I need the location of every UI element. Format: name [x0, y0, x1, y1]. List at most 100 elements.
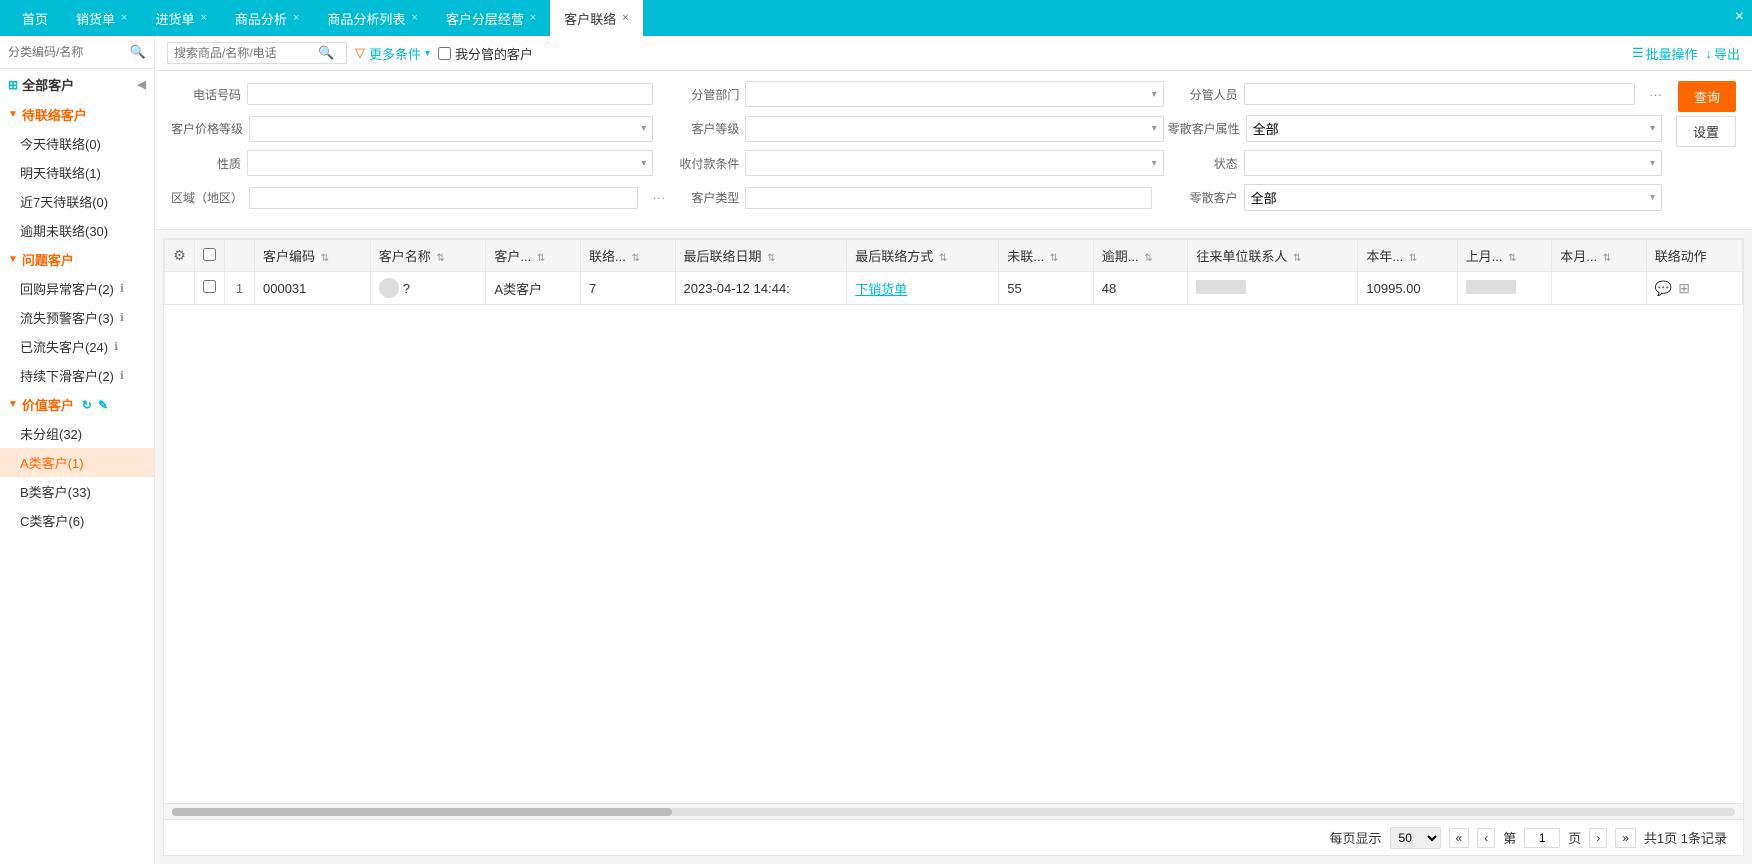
- next-page-button[interactable]: ›: [1589, 828, 1607, 848]
- nav-customer-contact[interactable]: 客户联络 ×: [550, 0, 642, 36]
- main-search-icon[interactable]: 🔍: [318, 45, 334, 61]
- col-contact-count[interactable]: 联络... ⇅: [580, 240, 675, 272]
- nav-product-analysis[interactable]: 商品分析 ×: [221, 0, 313, 36]
- customer-tier-arrow: ▾: [1152, 123, 1157, 134]
- table-container[interactable]: ⚙ 客户编码 ⇅ 客户名称: [164, 239, 1743, 803]
- col-uncontacted[interactable]: 未联... ⇅: [999, 240, 1094, 272]
- sort-method-icon: ⇅: [939, 253, 947, 264]
- nav-product-analysis-close[interactable]: ×: [293, 12, 299, 24]
- problem-customers-header[interactable]: ▼ 问题客户: [0, 245, 154, 274]
- tomorrow-pending-item[interactable]: 明天待联络(1): [0, 158, 154, 187]
- horizontal-scrollbar[interactable]: [172, 808, 1735, 816]
- overdue-pending-item[interactable]: 逾期未联络(30): [0, 216, 154, 245]
- row-checkbox-cell[interactable]: [195, 272, 225, 305]
- c-class-item[interactable]: C类客户(6): [0, 506, 154, 535]
- last-method-cell[interactable]: 下销货单: [847, 272, 999, 305]
- col-name[interactable]: 客户名称 ⇅: [370, 240, 486, 272]
- per-page-select[interactable]: 50 100: [1390, 827, 1441, 849]
- close-all-button[interactable]: ×: [1735, 8, 1744, 26]
- nav-product-analysis-list[interactable]: 商品分析列表 ×: [313, 0, 431, 36]
- chat-icon[interactable]: 💬: [1655, 280, 1672, 297]
- customer-type-label: 客户类型: [669, 189, 739, 206]
- ungroup-item[interactable]: 未分组(32): [0, 419, 154, 448]
- all-customers-section[interactable]: ⊞ 全部客户 ◀: [0, 69, 154, 100]
- col-this-month[interactable]: 本月... ⇅: [1552, 240, 1647, 272]
- batch-op-button[interactable]: ☰ 批量操作: [1632, 44, 1698, 63]
- payment-select[interactable]: ▾: [745, 150, 1163, 176]
- declining-item[interactable]: 持续下滑客户(2) ℹ: [0, 361, 154, 390]
- value-customers-header[interactable]: ▼ 价值客户 ↻ ✎: [0, 390, 154, 419]
- nature-select[interactable]: ▾: [247, 150, 653, 176]
- col-this-year[interactable]: 本年... ⇅: [1358, 240, 1457, 272]
- manager-dots[interactable]: ···: [1645, 87, 1666, 102]
- col-last-method[interactable]: 最后联络方式 ⇅: [847, 240, 999, 272]
- dept-select[interactable]: ▾: [745, 81, 1163, 107]
- col-overdue[interactable]: 逾期... ⇅: [1093, 240, 1188, 272]
- col-last-month[interactable]: 上月... ⇅: [1457, 240, 1552, 272]
- sort-name-icon: ⇅: [436, 253, 444, 264]
- customer-type-input[interactable]: [745, 187, 1151, 209]
- more-conditions-button[interactable]: ▽ 更多条件 ▾: [355, 44, 430, 63]
- churn-warning-item[interactable]: 流失预警客户(3) ℹ: [0, 303, 154, 332]
- col-type[interactable]: 客户... ⇅: [486, 240, 581, 272]
- col-last-date[interactable]: 最后联络日期 ⇅: [675, 240, 847, 272]
- nav-sales-order[interactable]: 销货单 ×: [62, 0, 141, 36]
- uncontacted-cell: 55: [999, 272, 1094, 305]
- week-pending-item[interactable]: 近7天待联络(0): [0, 187, 154, 216]
- pending-contact-header[interactable]: ▼ 待联络客户: [0, 100, 154, 129]
- select-all-checkbox[interactable]: [203, 248, 216, 261]
- status-select[interactable]: ▾: [1244, 150, 1662, 176]
- retail-attr-select[interactable]: 全部 ▾: [1246, 115, 1662, 142]
- page-input[interactable]: [1524, 828, 1560, 848]
- main-layout: 🔍 ⊞ 全部客户 ◀ ▼ 待联络客户 今天待联络(0) 明天待联络(1) 近7天…: [0, 36, 1752, 864]
- collapse-sidebar-icon[interactable]: ◀: [138, 78, 146, 91]
- nav-purchase-close[interactable]: ×: [200, 12, 206, 24]
- last-method-link[interactable]: 下销货单: [855, 282, 907, 297]
- advanced-filter-panel: 电话号码 分管部门 ▾ 分管人员: [155, 71, 1752, 230]
- region-dots[interactable]: ···: [648, 190, 669, 205]
- sidebar-search-icon[interactable]: 🔍: [130, 44, 146, 60]
- edit-icon[interactable]: ✎: [98, 398, 108, 412]
- customer-tier-cell: 客户等级 ▾: [669, 116, 1167, 142]
- nav-contact-close[interactable]: ×: [622, 12, 628, 24]
- nav-customer-tier[interactable]: 客户分层经营 ×: [432, 0, 550, 36]
- gear-icon[interactable]: ⚙: [173, 247, 186, 263]
- a-class-item[interactable]: A类客户(1): [0, 448, 154, 477]
- row-checkbox[interactable]: [203, 280, 216, 293]
- scrollbar-thumb[interactable]: [172, 808, 672, 816]
- nav-sales-order-close[interactable]: ×: [121, 12, 127, 24]
- first-page-button[interactable]: «: [1449, 828, 1470, 848]
- export-button[interactable]: ↓ 导出: [1705, 44, 1740, 63]
- last-page-button[interactable]: »: [1615, 828, 1636, 848]
- phone-input[interactable]: [247, 83, 653, 105]
- churned-item[interactable]: 已流失客户(24) ℹ: [0, 332, 154, 361]
- filter-row-2: 客户价格等级 ▾ 客户等级 ▾: [171, 115, 1666, 142]
- col-contact-person[interactable]: 往来单位联系人 ⇅: [1188, 240, 1358, 272]
- settings-button[interactable]: 设置: [1676, 116, 1736, 147]
- col-code[interactable]: 客户编码 ⇅: [255, 240, 371, 272]
- more-icon[interactable]: ⊞: [1678, 280, 1690, 297]
- sidebar-search-input[interactable]: [8, 45, 126, 59]
- manager-input[interactable]: [1244, 83, 1635, 105]
- repurchase-abnormal-item[interactable]: 回购异常客户(2) ℹ: [0, 274, 154, 303]
- customer-tier-select[interactable]: ▾: [745, 116, 1163, 142]
- col-gear[interactable]: ⚙: [165, 240, 195, 272]
- b-class-item[interactable]: B类客户(33): [0, 477, 154, 506]
- nav-product-list-close[interactable]: ×: [411, 12, 417, 24]
- main-search-input[interactable]: [174, 46, 314, 60]
- today-pending-item[interactable]: 今天待联络(0): [0, 129, 154, 158]
- query-button[interactable]: 查询: [1678, 81, 1736, 112]
- refresh-icon[interactable]: ↻: [82, 398, 92, 412]
- retail-customer-select[interactable]: 全部 ▾: [1244, 184, 1662, 211]
- nav-home[interactable]: 首页: [8, 0, 62, 36]
- nav-purchase-order[interactable]: 进货单 ×: [141, 0, 220, 36]
- region-input[interactable]: [249, 187, 638, 209]
- total-records-label: 共1页 1条记录: [1644, 828, 1727, 847]
- retail-customer-arrow: ▾: [1650, 192, 1655, 203]
- price-tier-select[interactable]: ▾: [249, 116, 653, 142]
- prev-page-button[interactable]: ‹: [1477, 828, 1495, 848]
- my-customers-checkbox[interactable]: 我分管的客户: [438, 44, 533, 63]
- my-customers-check[interactable]: [438, 47, 451, 60]
- col-checkbox[interactable]: [195, 240, 225, 272]
- nav-tier-close[interactable]: ×: [530, 12, 536, 24]
